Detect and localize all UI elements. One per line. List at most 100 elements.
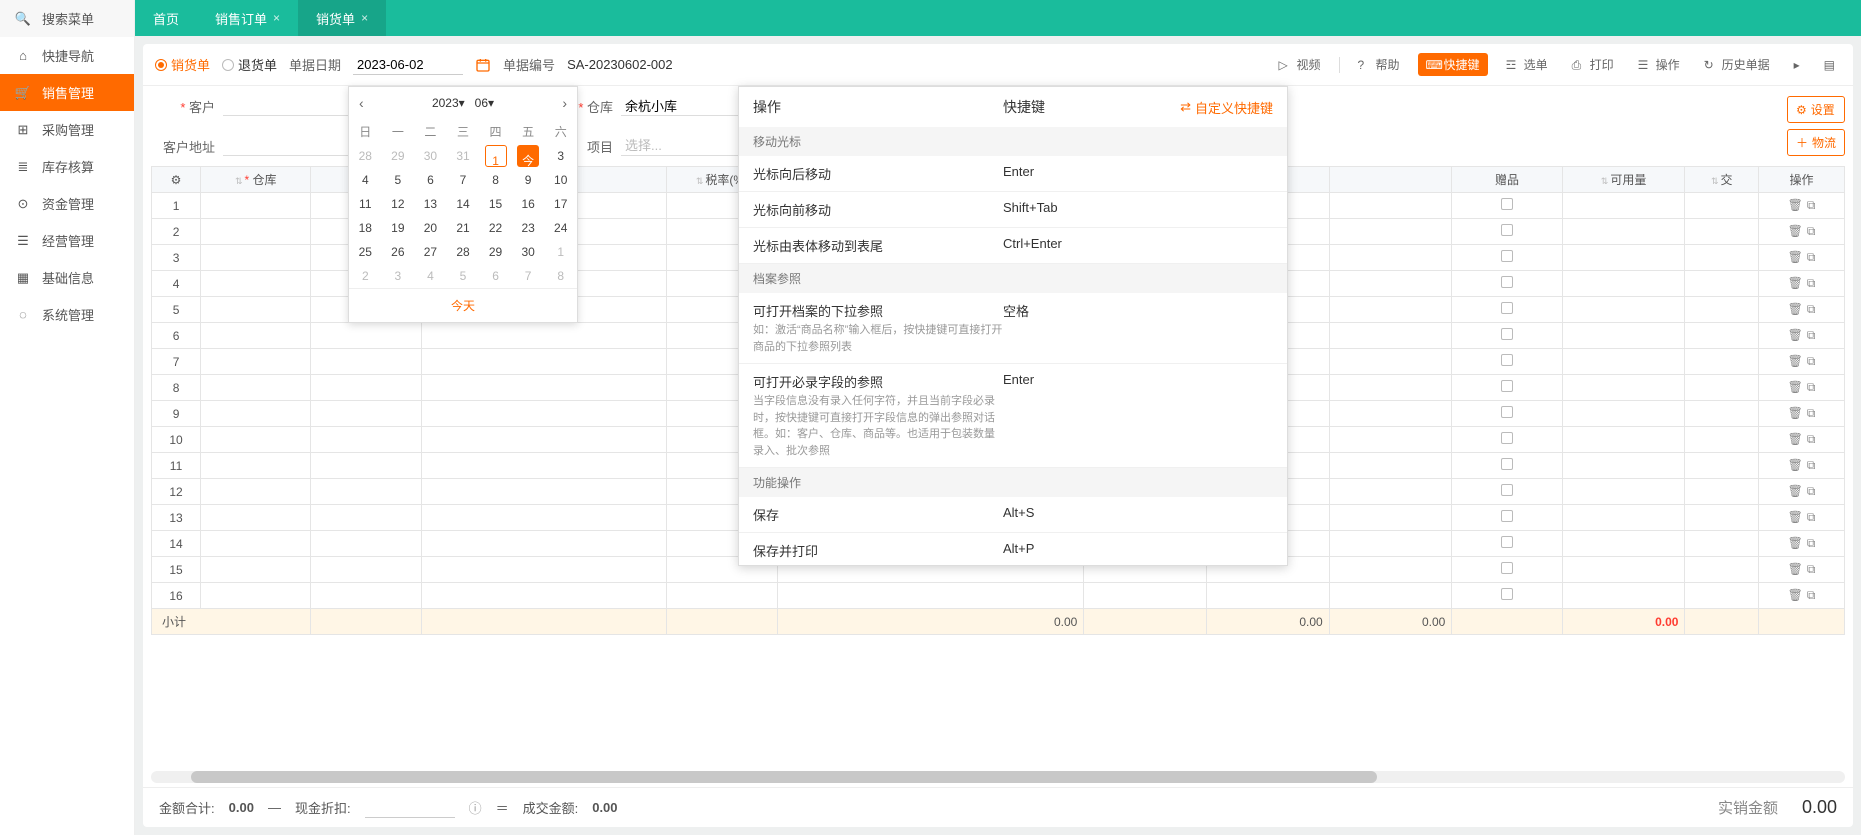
cal-day[interactable]: 29 bbox=[479, 240, 512, 264]
cal-day[interactable]: 3 bbox=[382, 264, 415, 288]
gift-checkbox[interactable] bbox=[1501, 224, 1513, 236]
doc-type-sale-radio[interactable]: 销货单 bbox=[155, 55, 210, 74]
sidebar-item-2[interactable]: 🛒销售管理 bbox=[0, 74, 134, 111]
more-button[interactable]: ▤ bbox=[1818, 56, 1841, 74]
gift-checkbox[interactable] bbox=[1501, 562, 1513, 574]
delete-icon[interactable]: 🗑 bbox=[1788, 198, 1803, 212]
table-row[interactable]: 16🗑⧉ bbox=[152, 583, 1845, 609]
cal-day[interactable]: 8 bbox=[544, 264, 577, 288]
cal-day[interactable]: 29 bbox=[382, 144, 415, 168]
cal-day[interactable]: 31 bbox=[447, 144, 480, 168]
col-available[interactable]: ⇅可用量 bbox=[1562, 167, 1685, 193]
grid-horizontal-scrollbar[interactable] bbox=[151, 771, 1845, 783]
copy-icon[interactable]: ⧉ bbox=[1807, 562, 1816, 576]
expand-button[interactable]: ▸ bbox=[1788, 56, 1806, 74]
cal-day[interactable]: 8 bbox=[479, 168, 512, 192]
settings-button[interactable]: ⚙设置 bbox=[1787, 96, 1845, 123]
sidebar-item-8[interactable]: ◌系统管理 bbox=[0, 296, 134, 333]
video-button[interactable]: ▷视频 bbox=[1273, 54, 1327, 75]
cal-day[interactable]: 9 bbox=[512, 168, 545, 192]
sidebar-item-1[interactable]: ⌂快捷导航 bbox=[0, 37, 134, 74]
copy-icon[interactable]: ⧉ bbox=[1807, 458, 1816, 472]
copy-icon[interactable]: ⧉ bbox=[1807, 354, 1816, 368]
cal-day[interactable]: 28 bbox=[349, 144, 382, 168]
copy-icon[interactable]: ⧉ bbox=[1807, 276, 1816, 290]
cal-day[interactable]: 14 bbox=[447, 192, 480, 216]
delete-icon[interactable]: 🗑 bbox=[1788, 562, 1803, 576]
date-input[interactable] bbox=[353, 55, 463, 75]
close-icon[interactable]: × bbox=[273, 11, 280, 25]
cal-day[interactable]: 24 bbox=[544, 216, 577, 240]
delete-icon[interactable]: 🗑 bbox=[1788, 484, 1803, 498]
cal-day[interactable]: 30 bbox=[512, 240, 545, 264]
copy-icon[interactable]: ⧉ bbox=[1807, 250, 1816, 264]
col-warehouse[interactable]: ⇅* 仓库 bbox=[201, 167, 311, 193]
cal-day[interactable]: 18 bbox=[349, 216, 382, 240]
gift-checkbox[interactable] bbox=[1501, 536, 1513, 548]
customize-shortcuts-button[interactable]: ⇄自定义快捷键 bbox=[1180, 98, 1273, 117]
copy-icon[interactable]: ⧉ bbox=[1807, 432, 1816, 446]
help-button[interactable]: ?帮助 bbox=[1352, 54, 1406, 75]
gift-checkbox[interactable] bbox=[1501, 198, 1513, 210]
gift-checkbox[interactable] bbox=[1501, 328, 1513, 340]
discount-input[interactable] bbox=[365, 798, 455, 818]
delete-icon[interactable]: 🗑 bbox=[1788, 588, 1803, 602]
copy-icon[interactable]: ⧉ bbox=[1807, 588, 1816, 602]
cal-day[interactable]: 19 bbox=[382, 216, 415, 240]
copy-icon[interactable]: ⧉ bbox=[1807, 484, 1816, 498]
cal-day[interactable]: 10 bbox=[544, 168, 577, 192]
cal-prev-icon[interactable]: ‹ bbox=[359, 95, 364, 111]
cal-day[interactable]: 6 bbox=[479, 264, 512, 288]
delete-icon[interactable]: 🗑 bbox=[1788, 250, 1803, 264]
cal-day[interactable]: 4 bbox=[349, 168, 382, 192]
cal-day[interactable]: 4 bbox=[414, 264, 447, 288]
cal-month[interactable]: 06▾ bbox=[475, 96, 494, 110]
doc-type-return-radio[interactable]: 退货单 bbox=[222, 55, 277, 74]
cal-day[interactable]: 5 bbox=[447, 264, 480, 288]
cal-day[interactable]: 7 bbox=[512, 264, 545, 288]
sidebar-item-7[interactable]: ▦基础信息 bbox=[0, 259, 134, 296]
cal-day[interactable]: 5 bbox=[382, 168, 415, 192]
delete-icon[interactable]: 🗑 bbox=[1788, 354, 1803, 368]
copy-icon[interactable]: ⧉ bbox=[1807, 536, 1816, 550]
print-button[interactable]: ⎙打印 bbox=[1566, 54, 1620, 75]
gift-checkbox[interactable] bbox=[1501, 250, 1513, 262]
delete-icon[interactable]: 🗑 bbox=[1788, 380, 1803, 394]
gift-checkbox[interactable] bbox=[1501, 302, 1513, 314]
cal-day[interactable]: 11 bbox=[349, 192, 382, 216]
copy-icon[interactable]: ⧉ bbox=[1807, 510, 1816, 524]
sidebar-item-5[interactable]: ⊙资金管理 bbox=[0, 185, 134, 222]
delete-icon[interactable]: 🗑 bbox=[1788, 536, 1803, 550]
hotkey-button[interactable]: ⌨快捷键 bbox=[1418, 53, 1488, 76]
sidebar-item-4[interactable]: ≣库存核算 bbox=[0, 148, 134, 185]
cal-day[interactable]: 1 bbox=[544, 240, 577, 264]
cal-day[interactable]: 17 bbox=[544, 192, 577, 216]
copy-icon[interactable]: ⧉ bbox=[1807, 380, 1816, 394]
delete-icon[interactable]: 🗑 bbox=[1788, 224, 1803, 238]
cal-day[interactable]: 30 bbox=[414, 144, 447, 168]
sidebar-item-3[interactable]: ⊞采购管理 bbox=[0, 111, 134, 148]
gift-checkbox[interactable] bbox=[1501, 354, 1513, 366]
col-gear[interactable]: ⚙ bbox=[152, 167, 201, 193]
cal-day[interactable]: 21 bbox=[447, 216, 480, 240]
col-deliver[interactable]: ⇅交 bbox=[1685, 167, 1759, 193]
delete-icon[interactable]: 🗑 bbox=[1788, 328, 1803, 342]
operate-button[interactable]: ☰操作 bbox=[1632, 54, 1686, 75]
calendar-icon[interactable] bbox=[475, 57, 491, 73]
cal-day[interactable]: 2 bbox=[349, 264, 382, 288]
copy-icon[interactable]: ⧉ bbox=[1807, 406, 1816, 420]
copy-icon[interactable]: ⧉ bbox=[1807, 302, 1816, 316]
help-icon[interactable]: ⓘ bbox=[469, 798, 482, 817]
delete-icon[interactable]: 🗑 bbox=[1788, 510, 1803, 524]
cal-day[interactable]: 25 bbox=[349, 240, 382, 264]
cal-day[interactable]: 27 bbox=[414, 240, 447, 264]
cal-day[interactable]: 15 bbox=[479, 192, 512, 216]
cal-day[interactable]: 22 bbox=[479, 216, 512, 240]
gift-checkbox[interactable] bbox=[1501, 276, 1513, 288]
cal-day[interactable]: 20 bbox=[414, 216, 447, 240]
delete-icon[interactable]: 🗑 bbox=[1788, 276, 1803, 290]
copy-icon[interactable]: ⧉ bbox=[1807, 328, 1816, 342]
col-blank4[interactable] bbox=[1329, 167, 1452, 193]
cal-day[interactable]: 26 bbox=[382, 240, 415, 264]
gift-checkbox[interactable] bbox=[1501, 432, 1513, 444]
